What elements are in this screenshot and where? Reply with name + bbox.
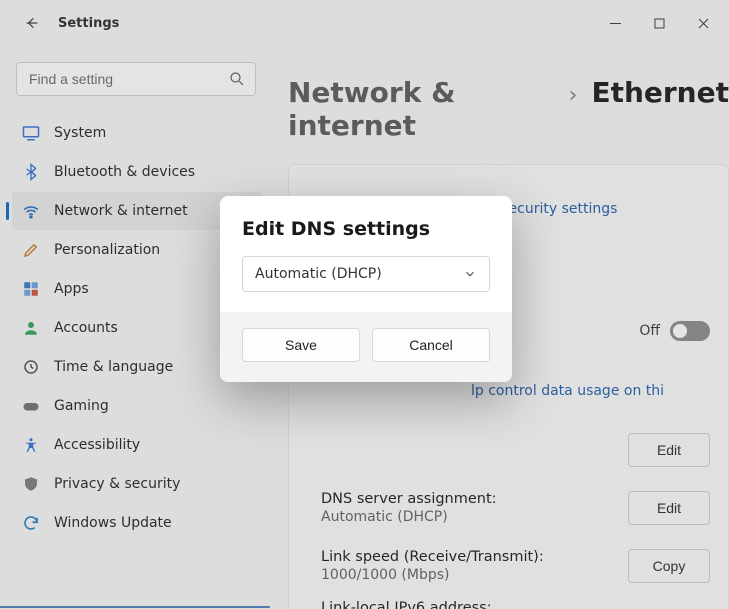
dns-row: DNS server assignment: Automatic (DHCP) …	[321, 479, 710, 537]
sidebar-item-label: Privacy & security	[54, 476, 180, 492]
bottom-accent	[0, 606, 270, 608]
sidebar-item-gaming[interactable]: Gaming	[12, 387, 262, 425]
sidebar-item-label: Accessibility	[54, 437, 140, 453]
off-label: Off	[639, 323, 660, 339]
breadcrumb: Network & internet › Ethernet	[270, 76, 729, 142]
sidebar-item-label: Time & language	[54, 359, 173, 375]
wifi-icon	[22, 202, 40, 220]
sidebar-item-label: Windows Update	[54, 515, 172, 531]
chevron-right-icon: ›	[569, 83, 578, 108]
linkspeed-row: Link speed (Receive/Transmit): 1000/1000…	[321, 537, 710, 595]
titlebar: Settings	[0, 0, 729, 46]
search-wrap	[16, 62, 256, 96]
bluetooth-icon	[22, 163, 40, 181]
dropdown-value: Automatic (DHCP)	[255, 266, 382, 282]
maximize-button[interactable]	[637, 8, 681, 38]
sidebar-item-label: Personalization	[54, 242, 160, 258]
breadcrumb-seg2: Ethernet	[591, 76, 729, 109]
maximize-icon	[654, 18, 665, 29]
sidebar-item-label: Apps	[54, 281, 89, 297]
sidebar-item-accessibility[interactable]: Accessibility	[12, 426, 262, 464]
sidebar-item-label: System	[54, 125, 106, 141]
dns-value: Automatic (DHCP)	[321, 509, 497, 525]
shield-icon	[22, 475, 40, 493]
sidebar-item-label: Gaming	[54, 398, 109, 414]
linkspeed-value: 1000/1000 (Mbps)	[321, 567, 544, 583]
search-input[interactable]	[16, 62, 256, 96]
sidebar-item-bluetooth[interactable]: Bluetooth & devices	[12, 153, 262, 191]
linkspeed-copy-button[interactable]: Copy	[628, 549, 710, 583]
breadcrumb-seg1[interactable]: Network & internet	[288, 76, 555, 142]
minimize-icon	[610, 18, 621, 29]
toggle-switch[interactable]	[670, 321, 710, 341]
close-button[interactable]	[681, 8, 725, 38]
cancel-button[interactable]: Cancel	[372, 328, 490, 362]
sidebar-item-label: Accounts	[54, 320, 118, 336]
edit-button-upper[interactable]: Edit	[628, 433, 710, 467]
ipv6-label: Link-local IPv6 address:	[321, 600, 535, 609]
dns-edit-button[interactable]: Edit	[628, 491, 710, 525]
dns-label: DNS server assignment:	[321, 491, 497, 507]
system-icon	[22, 124, 40, 142]
linkspeed-label: Link speed (Receive/Transmit):	[321, 549, 544, 565]
sidebar-item-update[interactable]: Windows Update	[12, 504, 262, 542]
sidebar-item-system[interactable]: System	[12, 114, 262, 152]
sidebar-item-privacy[interactable]: Privacy & security	[12, 465, 262, 503]
gamepad-icon	[22, 397, 40, 415]
back-button[interactable]	[14, 5, 50, 41]
dns-mode-dropdown[interactable]: Automatic (DHCP)	[242, 256, 490, 292]
window-controls	[593, 8, 725, 38]
brush-icon	[22, 241, 40, 259]
arrow-left-icon	[24, 15, 40, 31]
sidebar-item-label: Network & internet	[54, 203, 188, 219]
chevron-down-icon	[463, 267, 477, 281]
edit-dns-modal: Edit DNS settings Automatic (DHCP) Save …	[220, 196, 512, 382]
clock-icon	[22, 358, 40, 376]
data-usage-note: lp control data usage on thi	[471, 383, 664, 399]
sidebar-item-label: Bluetooth & devices	[54, 164, 195, 180]
modal-title: Edit DNS settings	[242, 218, 490, 240]
minimize-button[interactable]	[593, 8, 637, 38]
save-button[interactable]: Save	[242, 328, 360, 362]
person-icon	[22, 319, 40, 337]
close-icon	[698, 18, 709, 29]
app-title: Settings	[58, 16, 119, 31]
apps-icon	[22, 280, 40, 298]
ipv6-row: Link-local IPv6 address: fe80::f091:5a92…	[321, 595, 710, 609]
accessibility-icon	[22, 436, 40, 454]
update-icon	[22, 514, 40, 532]
search-icon	[228, 70, 246, 88]
